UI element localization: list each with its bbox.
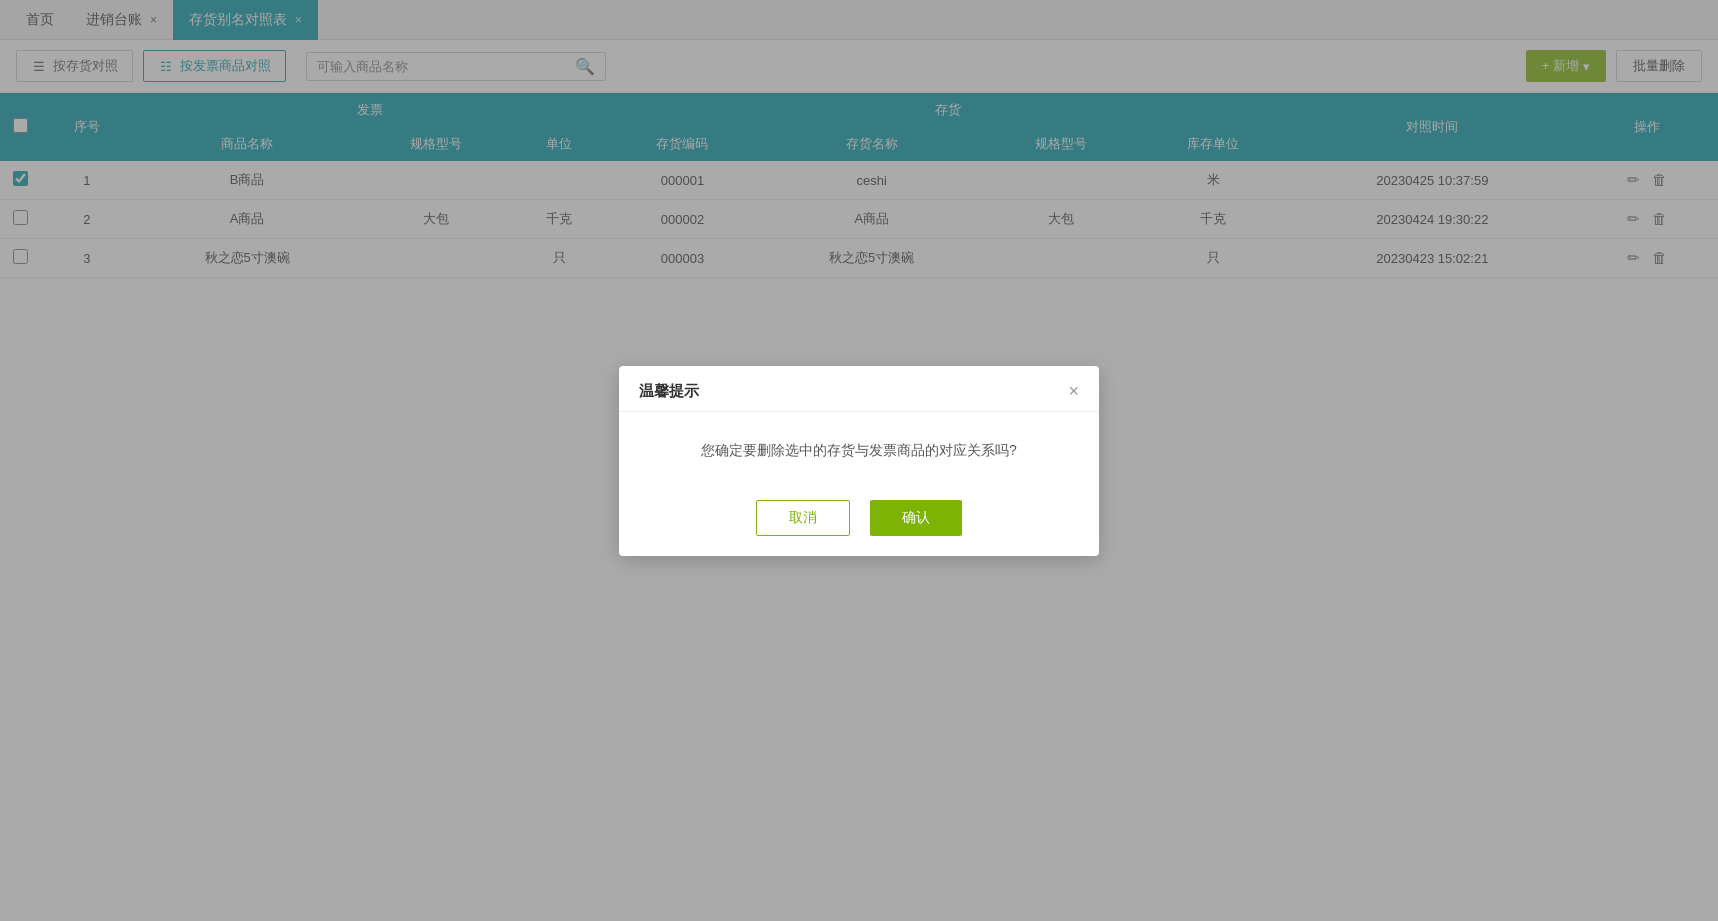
dialog-message: 您确定要删除选中的存货与发票商品的对应关系吗? xyxy=(701,442,1017,458)
dialog: 温馨提示 × 您确定要删除选中的存货与发票商品的对应关系吗? 取消 确认 xyxy=(619,366,1099,556)
dialog-body: 您确定要删除选中的存货与发票商品的对应关系吗? xyxy=(619,412,1099,480)
btn-cancel[interactable]: 取消 xyxy=(756,500,850,536)
btn-confirm-label: 确认 xyxy=(902,509,930,525)
dialog-overlay: 温馨提示 × 您确定要删除选中的存货与发票商品的对应关系吗? 取消 确认 xyxy=(0,0,1718,921)
btn-cancel-label: 取消 xyxy=(789,509,817,525)
close-icon: × xyxy=(1068,381,1079,401)
dialog-header: 温馨提示 × xyxy=(619,366,1099,412)
dialog-footer: 取消 确认 xyxy=(619,480,1099,556)
btn-confirm[interactable]: 确认 xyxy=(870,500,962,536)
dialog-close-button[interactable]: × xyxy=(1068,382,1079,400)
dialog-title: 温馨提示 xyxy=(639,382,699,401)
